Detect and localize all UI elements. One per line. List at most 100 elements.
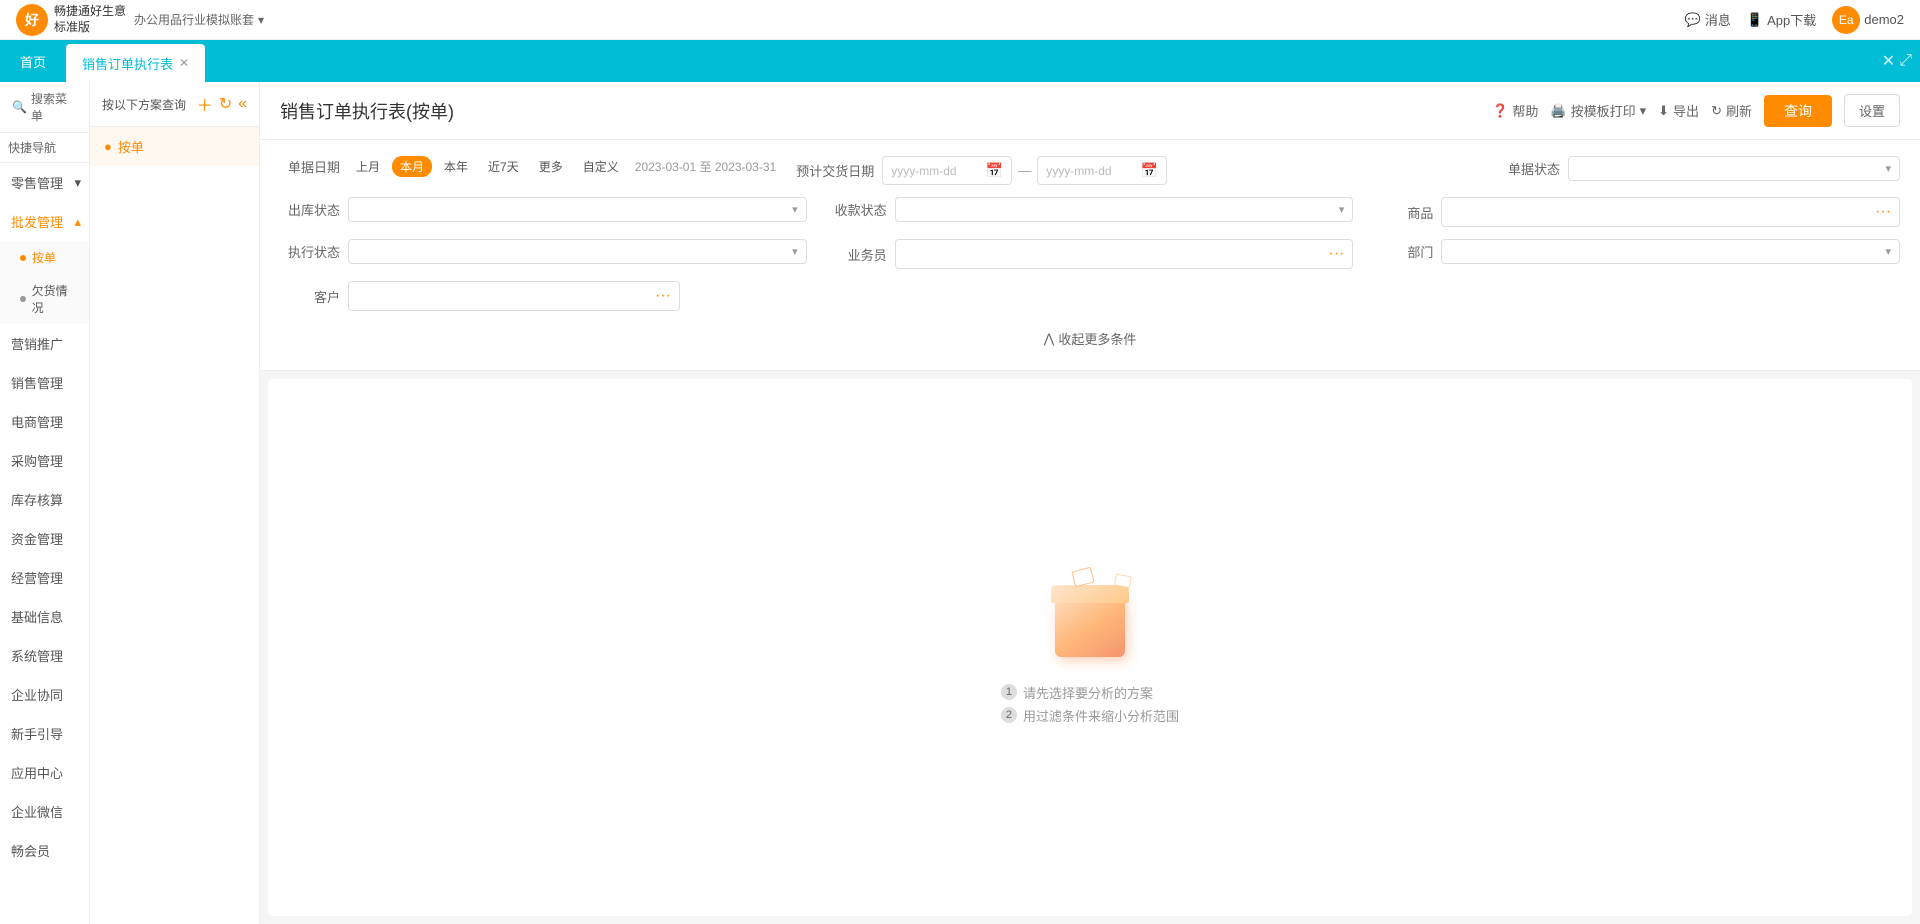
collapse-panel-button[interactable]: « [238, 95, 247, 113]
collapse-icon: ⋀ [1044, 331, 1055, 347]
help-icon: ❓ [1492, 103, 1508, 119]
sidebar-item-system[interactable]: 系统管理 [0, 636, 89, 675]
sidebar-sub-item-debt[interactable]: 欠货情况 [0, 274, 89, 324]
refresh-scheme-button[interactable]: ↻ [219, 94, 232, 114]
paper-2 [1114, 573, 1132, 588]
receipt-status-select[interactable]: ▾ [895, 197, 1354, 222]
page-actions: ❓ 帮助 🖨️ 按模板打印 ▾ ⬇ 导出 ↻ 刷新 [1492, 94, 1900, 127]
exec-status-select[interactable]: ▾ [348, 239, 807, 264]
sidebar-item-newbie[interactable]: 新手引导 [0, 714, 89, 753]
sidebar-item-operations[interactable]: 经营管理 [0, 558, 89, 597]
paper-1 [1071, 566, 1094, 587]
filter-row-customer: 客户 ··· [280, 281, 1900, 311]
scheme-item-order[interactable]: ● 按单 [90, 127, 259, 166]
sidebar-item-wholesale[interactable]: 批发管理 ▴ [0, 202, 89, 241]
date-current-month-btn[interactable]: 本月 [392, 156, 432, 177]
close-window-button[interactable]: ✕ [1882, 51, 1895, 71]
main-content: 销售订单执行表(按单) ❓ 帮助 🖨️ 按模板打印 ▾ ⬇ 导出 [260, 82, 1920, 924]
date-quick-buttons: 上月 本月 本年 近7天 更多 自定义 [348, 156, 627, 177]
main-layout: 🔍 搜索菜单 快捷导航 零售管理 ▾ 批发管理 ▴ 按单 欠货 [0, 82, 1920, 924]
avatar: Ea [1832, 6, 1860, 34]
sidebar-quick-nav[interactable]: 快捷导航 [0, 133, 89, 163]
tab-controls: ✕ ⤢ [1874, 51, 1920, 71]
sidebar: 🔍 搜索菜单 快捷导航 零售管理 ▾ 批发管理 ▴ 按单 欠货 [0, 82, 90, 924]
filter-row-status: 出库状态 ▾ 收款状态 ▾ 商品 [280, 197, 1900, 227]
date-last-7-days-btn[interactable]: 近7天 [480, 156, 527, 177]
expected-delivery-date-group: yyyy-mm-dd 📅 — yyyy-mm-dd 📅 [882, 156, 1167, 185]
sidebar-item-inventory[interactable]: 库存核算 [0, 480, 89, 519]
settings-button[interactable]: 设置 [1844, 94, 1900, 127]
logo-area: 好 畅捷通好生意 标准版 [16, 4, 126, 36]
expand-window-button[interactable]: ⤢ [1899, 52, 1912, 70]
filter-group-customer: 客户 ··· [280, 281, 680, 311]
collapse-row: ⋀ 收起更多条件 [280, 323, 1900, 354]
order-status-select[interactable]: ▾ [1568, 156, 1900, 181]
sidebar-item-corp-wechat[interactable]: 企业微信 [0, 792, 89, 831]
exec-chevron-icon: ▾ [792, 245, 798, 258]
content-area: 按以下方案查询 ＋ ↻ « ● 按单 销售订单执行表(按单) ❓ [90, 82, 1920, 924]
app-download-button[interactable]: 📱 App下载 [1747, 10, 1816, 29]
delivery-status-select[interactable]: ▾ [348, 197, 807, 222]
customer-dots-icon[interactable]: ··· [655, 287, 671, 305]
salesperson-dots-icon[interactable]: ··· [1328, 245, 1344, 263]
tab-bar: 首页 销售订单执行表 ✕ ✕ ⤢ [0, 40, 1920, 82]
date-separator: — [1018, 163, 1031, 178]
goods-dots-icon[interactable]: ··· [1875, 203, 1891, 221]
goods-select[interactable]: ··· [1441, 197, 1900, 227]
filter-group-salesperson: 业务员 ··· [827, 239, 1354, 269]
message-icon: 💬 [1685, 12, 1701, 28]
sidebar-menu: 零售管理 ▾ 批发管理 ▴ 按单 欠货情况 营销推广 [0, 163, 89, 870]
sidebar-sub-menu: 按单 欠货情况 [0, 241, 89, 324]
date-custom-btn[interactable]: 自定义 [575, 156, 627, 177]
salesperson-select[interactable]: ··· [895, 239, 1354, 269]
sidebar-item-ecommerce[interactable]: 电商管理 [0, 402, 89, 441]
date-last-month-btn[interactable]: 上月 [348, 156, 388, 177]
filter-row-exec: 执行状态 ▾ 业务员 ··· 部门 [280, 239, 1900, 269]
sidebar-sub-item-order[interactable]: 按单 [0, 241, 89, 274]
tab-home[interactable]: 首页 [0, 40, 66, 82]
page-header: 销售订单执行表(按单) ❓ 帮助 🖨️ 按模板打印 ▾ ⬇ 导出 [260, 82, 1920, 140]
filter-row-date: 单据日期 上月 本月 本年 近7天 更多 自定义 2023-03-01 至 20… [280, 156, 1900, 185]
filter-group-delivery-status: 出库状态 ▾ [280, 197, 807, 222]
exec-status-label: 执行状态 [280, 242, 340, 261]
expected-delivery-end-input[interactable]: yyyy-mm-dd 📅 [1037, 156, 1167, 185]
sidebar-item-retail[interactable]: 零售管理 ▾ [0, 163, 89, 202]
print-button[interactable]: 🖨️ 按模板打印 ▾ [1550, 101, 1646, 120]
export-icon: ⬇ [1658, 103, 1669, 119]
expected-delivery-start-input[interactable]: yyyy-mm-dd 📅 [882, 156, 1012, 185]
receipt-chevron-icon: ▾ [1339, 203, 1345, 216]
logo-text: 畅捷通好生意 标准版 [54, 4, 126, 35]
sidebar-search[interactable]: 🔍 搜索菜单 [0, 82, 89, 133]
user-menu[interactable]: Ea demo2 [1832, 6, 1904, 34]
collapse-button[interactable]: ⋀ 收起更多条件 [1044, 329, 1137, 348]
sidebar-item-marketing[interactable]: 营销推广 [0, 324, 89, 363]
sidebar-item-enterprise[interactable]: 企业协同 [0, 675, 89, 714]
salesperson-label: 业务员 [827, 245, 887, 264]
customer-select[interactable]: ··· [348, 281, 680, 311]
sidebar-item-basic[interactable]: 基础信息 [0, 597, 89, 636]
tip-num-1: 1 [1001, 684, 1017, 700]
tab-sales-order[interactable]: 销售订单执行表 ✕ [66, 44, 205, 82]
customer-label: 客户 [280, 287, 340, 306]
left-panel: 按以下方案查询 ＋ ↻ « ● 按单 [90, 82, 260, 924]
add-scheme-button[interactable]: ＋ [197, 92, 213, 116]
date-more-btn[interactable]: 更多 [531, 156, 571, 177]
sidebar-item-purchase[interactable]: 采购管理 [0, 441, 89, 480]
help-button[interactable]: ❓ 帮助 [1492, 101, 1538, 120]
tab-close-button[interactable]: ✕ [179, 56, 189, 70]
sidebar-item-sales[interactable]: 销售管理 [0, 363, 89, 402]
date-current-year-btn[interactable]: 本年 [436, 156, 476, 177]
filter-group-receipt-status: 收款状态 ▾ [827, 197, 1354, 222]
print-icon: 🖨️ [1550, 103, 1566, 119]
refresh-button[interactable]: ↻ 刷新 [1711, 101, 1752, 120]
breadcrumb[interactable]: 办公用品行业模拟账套 ▾ [134, 11, 264, 28]
export-button[interactable]: ⬇ 导出 [1658, 101, 1699, 120]
message-button[interactable]: 💬 消息 [1685, 10, 1731, 29]
query-button[interactable]: 查询 [1764, 95, 1832, 127]
dept-select[interactable]: ▾ [1441, 239, 1900, 264]
order-status-label: 单据状态 [1500, 159, 1560, 178]
sidebar-item-finance[interactable]: 资金管理 [0, 519, 89, 558]
sidebar-item-app-center[interactable]: 应用中心 [0, 753, 89, 792]
sidebar-item-member[interactable]: 畅会员 [0, 831, 89, 870]
empty-state: 1 请先选择要分析的方案 2 用过滤条件来缩小分析范围 [1001, 567, 1179, 729]
